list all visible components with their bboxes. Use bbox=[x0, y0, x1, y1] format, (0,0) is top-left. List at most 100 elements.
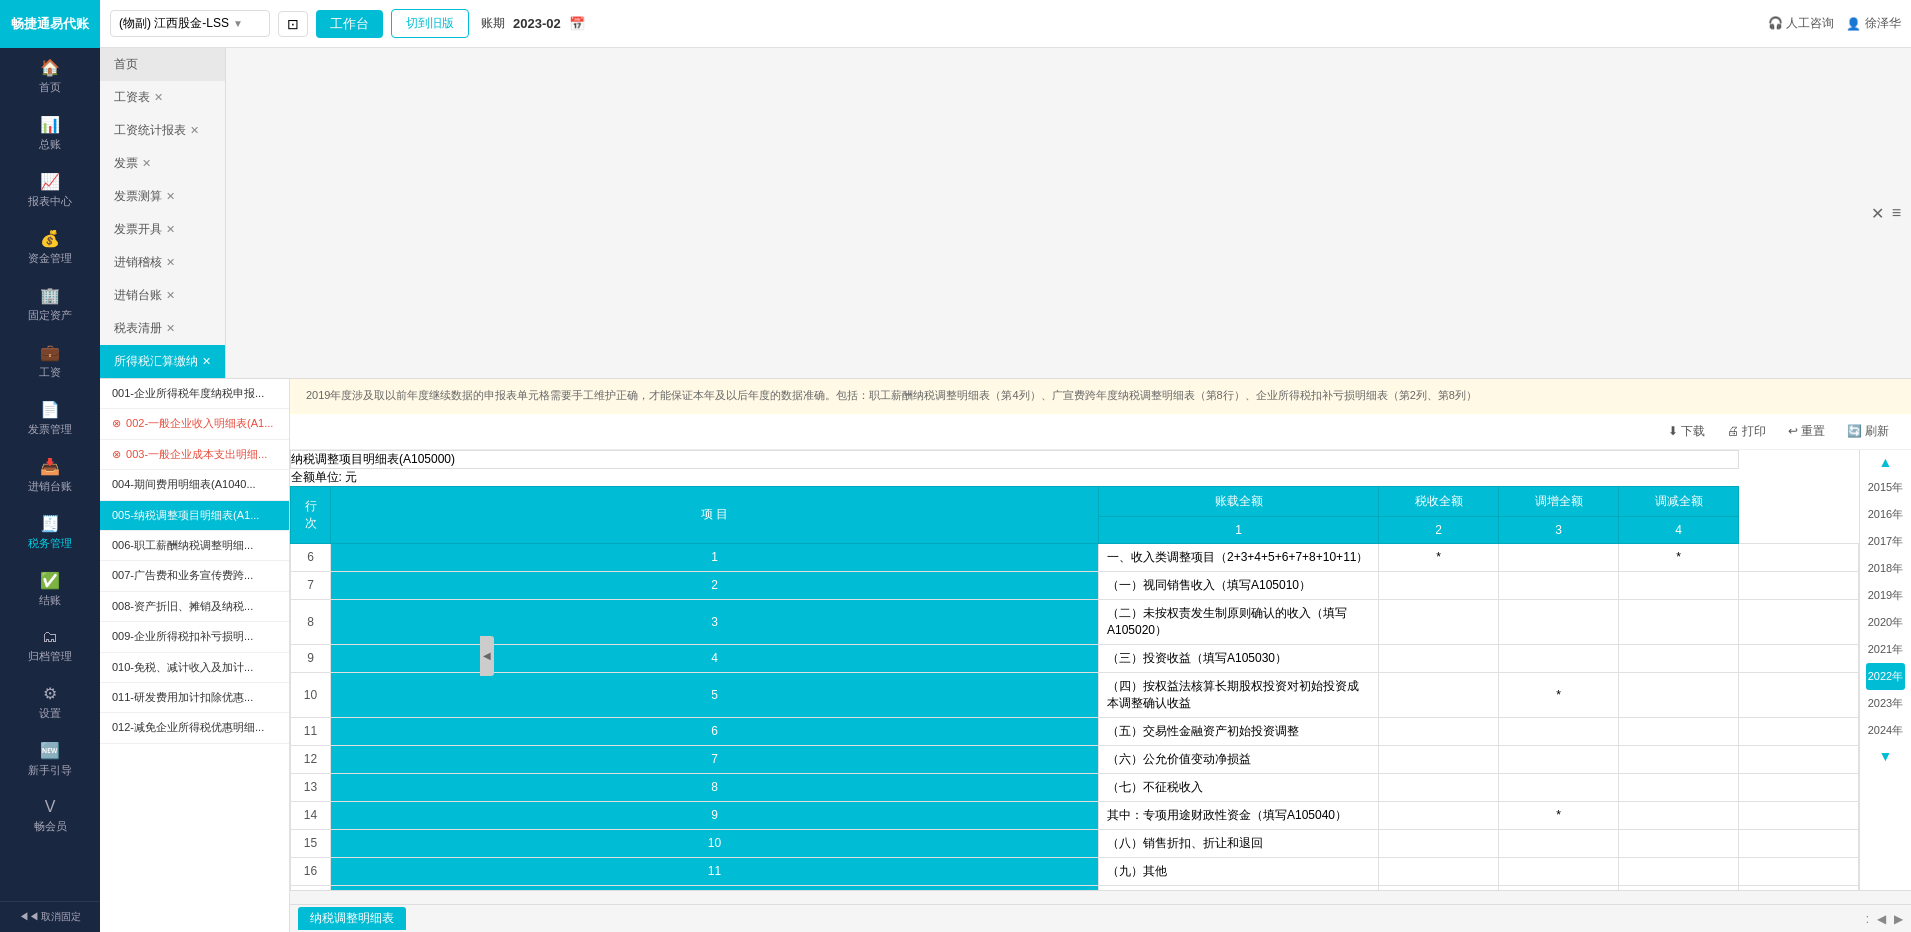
left-panel-item-008[interactable]: 008-资产折旧、摊销及纳税... bbox=[100, 592, 289, 622]
table-cell-c1[interactable] bbox=[1379, 599, 1499, 644]
table-cell-c4[interactable] bbox=[1739, 745, 1859, 773]
tab-close-icon[interactable]: ✕ bbox=[166, 289, 175, 302]
table-cell-c3[interactable] bbox=[1619, 801, 1739, 829]
horizontal-scrollbar[interactable] bbox=[290, 890, 1911, 904]
sidebar-item-settle[interactable]: ✅结账 bbox=[0, 561, 100, 618]
table-cell-c2[interactable] bbox=[1499, 571, 1619, 599]
bottom-prev-icon[interactable]: ◀ bbox=[1877, 912, 1886, 926]
table-cell-c3[interactable]: * bbox=[1619, 543, 1739, 571]
table-cell-c2[interactable] bbox=[1499, 717, 1619, 745]
left-panel-item-007[interactable]: 007-广告费和业务宣传费跨... bbox=[100, 561, 289, 591]
left-panel-item-012[interactable]: 012-减免企业所得税优惠明细... bbox=[100, 713, 289, 743]
sidebar-item-guide[interactable]: 🆕新手引导 bbox=[0, 731, 100, 788]
tab-invoice-open[interactable]: 发票开具 ✕ bbox=[100, 213, 226, 246]
year-item-2022年[interactable]: 2022年 bbox=[1866, 663, 1905, 690]
table-cell-c4[interactable] bbox=[1739, 644, 1859, 672]
sidebar-item-member[interactable]: V畅会员 bbox=[0, 788, 100, 844]
period-calendar-icon[interactable]: 📅 bbox=[569, 16, 585, 31]
table-cell-c2[interactable] bbox=[1499, 543, 1619, 571]
table-cell-c3[interactable] bbox=[1619, 571, 1739, 599]
consult-link[interactable]: 🎧 人工咨询 bbox=[1768, 15, 1834, 32]
table-cell-c4[interactable] bbox=[1739, 857, 1859, 885]
table-cell-c4[interactable] bbox=[1739, 885, 1859, 890]
table-cell-c1[interactable] bbox=[1379, 745, 1499, 773]
year-item-2023年[interactable]: 2023年 bbox=[1866, 690, 1905, 717]
sidebar-item-ledger[interactable]: 📊总账 bbox=[0, 105, 100, 162]
table-cell-c2[interactable] bbox=[1499, 773, 1619, 801]
tab-close-icon[interactable]: ✕ bbox=[166, 322, 175, 335]
table-cell-c1[interactable] bbox=[1379, 885, 1499, 890]
left-panel-item-004[interactable]: 004-期间费用明细表(A1040... bbox=[100, 470, 289, 500]
table-cell-c4[interactable] bbox=[1739, 599, 1859, 644]
table-cell-c1[interactable] bbox=[1379, 773, 1499, 801]
table-cell-c2[interactable]: * bbox=[1499, 885, 1619, 890]
year-item-2019年[interactable]: 2019年 bbox=[1866, 582, 1905, 609]
table-cell-c4[interactable] bbox=[1739, 773, 1859, 801]
sidebar-item-tax[interactable]: 🧾税务管理 bbox=[0, 504, 100, 561]
year-item-2015年[interactable]: 2015年 bbox=[1866, 474, 1905, 501]
table-cell-c3[interactable] bbox=[1619, 717, 1739, 745]
bottom-tab-active[interactable]: 纳税调整明细表 bbox=[298, 907, 406, 930]
year-item-2024年[interactable]: 2024年 bbox=[1866, 717, 1905, 744]
tab-close-icon[interactable]: ✕ bbox=[166, 223, 175, 236]
sidebar-item-assets[interactable]: 🏢固定资产 bbox=[0, 276, 100, 333]
period-value[interactable]: 2023-02 bbox=[513, 16, 561, 31]
year-item-2017年[interactable]: 2017年 bbox=[1866, 528, 1905, 555]
year-nav-down[interactable]: ▼ bbox=[1860, 744, 1911, 768]
sidebar-item-home[interactable]: 🏠首页 bbox=[0, 48, 100, 105]
tab-tax-clear[interactable]: 税表清册 ✕ bbox=[100, 312, 226, 345]
year-item-2016年[interactable]: 2016年 bbox=[1866, 501, 1905, 528]
table-cell-c4[interactable] bbox=[1739, 672, 1859, 717]
refresh-button[interactable]: 🔄 刷新 bbox=[1841, 420, 1895, 443]
left-panel-item-001[interactable]: 001-企业所得税年度纳税申报... bbox=[100, 379, 289, 409]
table-cell-c1[interactable]: * bbox=[1379, 543, 1499, 571]
table-cell-c2[interactable]: * bbox=[1499, 801, 1619, 829]
left-panel-item-005[interactable]: 005-纳税调整项目明细表(A1... bbox=[100, 501, 289, 531]
table-cell-c2[interactable] bbox=[1499, 857, 1619, 885]
left-panel-item-010[interactable]: 010-免税、减计收入及加计... bbox=[100, 653, 289, 683]
tab-close-icon[interactable]: ✕ bbox=[154, 91, 163, 104]
tab-purchase-ledger[interactable]: 进销台账 ✕ bbox=[100, 279, 226, 312]
download-button[interactable]: ⬇ 下载 bbox=[1662, 420, 1711, 443]
table-cell-c3[interactable] bbox=[1619, 644, 1739, 672]
table-cell-c1[interactable] bbox=[1379, 644, 1499, 672]
left-panel-item-011[interactable]: 011-研发费用加计扣除优惠... bbox=[100, 683, 289, 713]
tab-close-icon[interactable]: ✕ bbox=[190, 124, 199, 137]
year-item-2021年[interactable]: 2021年 bbox=[1866, 636, 1905, 663]
tab-invoice-calc[interactable]: 发票测算 ✕ bbox=[100, 180, 226, 213]
workbench-button[interactable]: 工作台 bbox=[316, 10, 383, 38]
left-panel-item-006[interactable]: 006-职工薪酬纳税调整明细... bbox=[100, 531, 289, 561]
reset-button[interactable]: ↩ 重置 bbox=[1782, 420, 1831, 443]
sidebar-pin-toggle[interactable]: ◀◀ 取消固定 bbox=[0, 901, 100, 932]
panel-collapse-button[interactable]: ◀ bbox=[480, 636, 494, 676]
table-cell-c3[interactable] bbox=[1619, 885, 1739, 890]
sidebar-item-purchase[interactable]: 📥进销台账 bbox=[0, 447, 100, 504]
table-cell-c2[interactable] bbox=[1499, 745, 1619, 773]
user-info[interactable]: 👤 徐泽华 bbox=[1846, 15, 1901, 32]
tab-salary-stat[interactable]: 工资统计报表 ✕ bbox=[100, 114, 226, 147]
tab-close-icon[interactable]: ✕ bbox=[202, 355, 211, 368]
tab-salary[interactable]: 工资表 ✕ bbox=[100, 81, 226, 114]
table-cell-c1[interactable] bbox=[1379, 829, 1499, 857]
left-panel-item-003[interactable]: ⊗ 003-一般企业成本支出明细... bbox=[100, 440, 289, 470]
left-panel-item-009[interactable]: 009-企业所得税扣补亏损明... bbox=[100, 622, 289, 652]
table-cell-c2[interactable] bbox=[1499, 599, 1619, 644]
sidebar-item-capital[interactable]: 💰资金管理 bbox=[0, 219, 100, 276]
table-cell-c4[interactable] bbox=[1739, 829, 1859, 857]
tab-close-icon[interactable]: ✕ bbox=[166, 190, 175, 203]
table-cell-c4[interactable] bbox=[1739, 801, 1859, 829]
sidebar-item-salary[interactable]: 💼工资 bbox=[0, 333, 100, 390]
close-all-icon[interactable]: ✕ bbox=[1871, 204, 1884, 223]
table-cell-c4[interactable] bbox=[1739, 543, 1859, 571]
tab-invoice[interactable]: 发票 ✕ bbox=[100, 147, 226, 180]
year-item-2018年[interactable]: 2018年 bbox=[1866, 555, 1905, 582]
year-item-2020年[interactable]: 2020年 bbox=[1866, 609, 1905, 636]
tab-home[interactable]: 首页 bbox=[100, 48, 226, 81]
table-cell-c1[interactable] bbox=[1379, 801, 1499, 829]
table-cell-c3[interactable] bbox=[1619, 745, 1739, 773]
table-cell-c2[interactable] bbox=[1499, 644, 1619, 672]
sidebar-item-invoice[interactable]: 📄发票管理 bbox=[0, 390, 100, 447]
old-version-button[interactable]: 切到旧版 bbox=[391, 9, 469, 38]
sidebar-item-archive[interactable]: 🗂归档管理 bbox=[0, 618, 100, 674]
left-panel-item-002[interactable]: ⊗ 002-一般企业收入明细表(A1... bbox=[100, 409, 289, 439]
